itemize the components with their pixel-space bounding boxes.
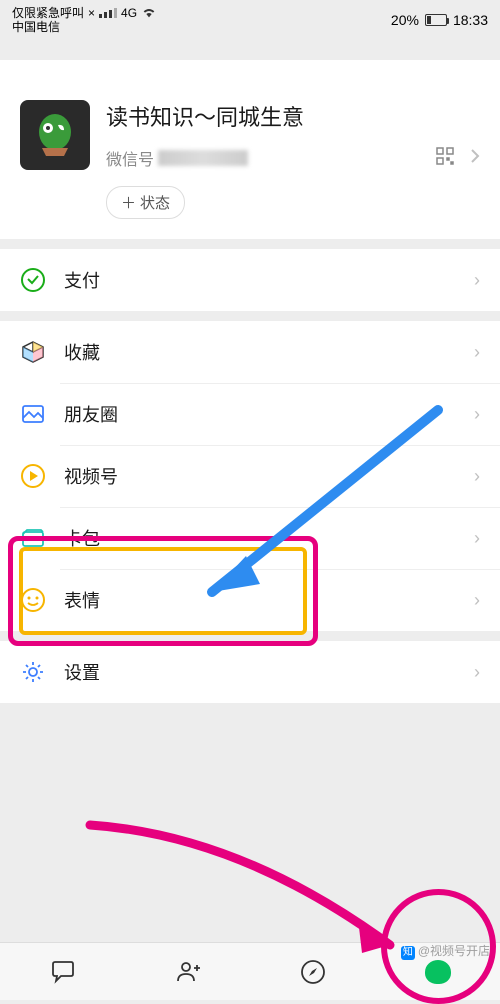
contacts-icon	[174, 958, 202, 986]
menu-favorites[interactable]: 收藏 ›	[0, 321, 500, 383]
menu-moments[interactable]: 朋友圈 ›	[0, 383, 500, 445]
chevron-right-icon: ›	[474, 270, 480, 291]
menu-label: 朋友圈	[64, 401, 474, 427]
status-right: 20% 18:33	[391, 12, 488, 28]
chevron-right-icon: ›	[474, 342, 480, 363]
clock: 18:33	[453, 12, 488, 28]
menu-label: 视频号	[64, 463, 474, 489]
menu-channels[interactable]: 视频号 ›	[0, 445, 500, 507]
carrier-text: 中国电信	[12, 21, 157, 34]
avatar[interactable]	[20, 100, 90, 170]
menu-label: 设置	[64, 659, 474, 685]
compass-icon	[299, 958, 327, 986]
emergency-text: 仅限紧急呼叫	[12, 7, 84, 20]
menu-pay[interactable]: 支付 ›	[0, 249, 500, 311]
chevron-right-icon: ›	[474, 590, 480, 611]
wechat-id-label: 微信号	[106, 146, 154, 170]
chevron-right-icon: ›	[474, 662, 480, 683]
wechat-id-value	[158, 150, 248, 166]
battery-icon	[425, 14, 447, 26]
watermark-text: @视频号开店	[418, 944, 490, 958]
chevron-right-icon	[470, 148, 480, 169]
menu-cards[interactable]: 卡包 ›	[0, 507, 500, 569]
cube-icon	[20, 339, 46, 365]
signal-icon	[99, 8, 117, 18]
person-icon	[424, 958, 452, 986]
menu-label: 卡包	[64, 525, 474, 551]
status-bar: 仅限紧急呼叫 × 4G 中国电信 20% 18:33	[0, 0, 500, 40]
menu-label: 支付	[64, 267, 474, 293]
chevron-right-icon: ›	[474, 404, 480, 425]
smiley-icon	[20, 587, 46, 613]
wifi-icon	[141, 6, 157, 21]
chevron-right-icon: ›	[474, 466, 480, 487]
picture-icon	[20, 401, 46, 427]
tab-me[interactable]	[375, 958, 500, 986]
chevron-right-icon: ›	[474, 528, 480, 549]
pay-icon	[20, 267, 46, 293]
menu-stickers[interactable]: 表情 ›	[0, 569, 500, 631]
menu-label: 收藏	[64, 339, 474, 365]
close-x-icon: ×	[88, 7, 95, 20]
network-type: 4G	[121, 7, 137, 20]
speech-bubble-icon	[49, 958, 77, 986]
battery-percent: 20%	[391, 12, 419, 28]
owl-icon	[30, 110, 80, 160]
profile-card[interactable]: 读书知识～同城生意 微信号 ＋ 状态	[0, 60, 500, 239]
wallet-icon	[20, 525, 46, 551]
status-chip-button[interactable]: ＋ 状态	[106, 186, 185, 219]
profile-name: 读书知识～同城生意	[106, 100, 480, 132]
tab-chats[interactable]	[0, 958, 125, 986]
tab-contacts[interactable]	[125, 958, 250, 986]
watermark: 知@视频号开店	[401, 942, 490, 960]
qrcode-icon[interactable]	[436, 147, 454, 170]
menu-label: 表情	[64, 587, 474, 613]
play-circle-icon	[20, 463, 46, 489]
zhihu-logo-icon: 知	[401, 946, 415, 960]
plus-icon: ＋	[121, 192, 136, 213]
menu-settings[interactable]: 设置 ›	[0, 641, 500, 703]
tab-discover[interactable]	[250, 958, 375, 986]
status-chip-label: 状态	[140, 192, 170, 213]
gear-icon	[20, 659, 46, 685]
status-left: 仅限紧急呼叫 × 4G 中国电信	[12, 6, 157, 34]
